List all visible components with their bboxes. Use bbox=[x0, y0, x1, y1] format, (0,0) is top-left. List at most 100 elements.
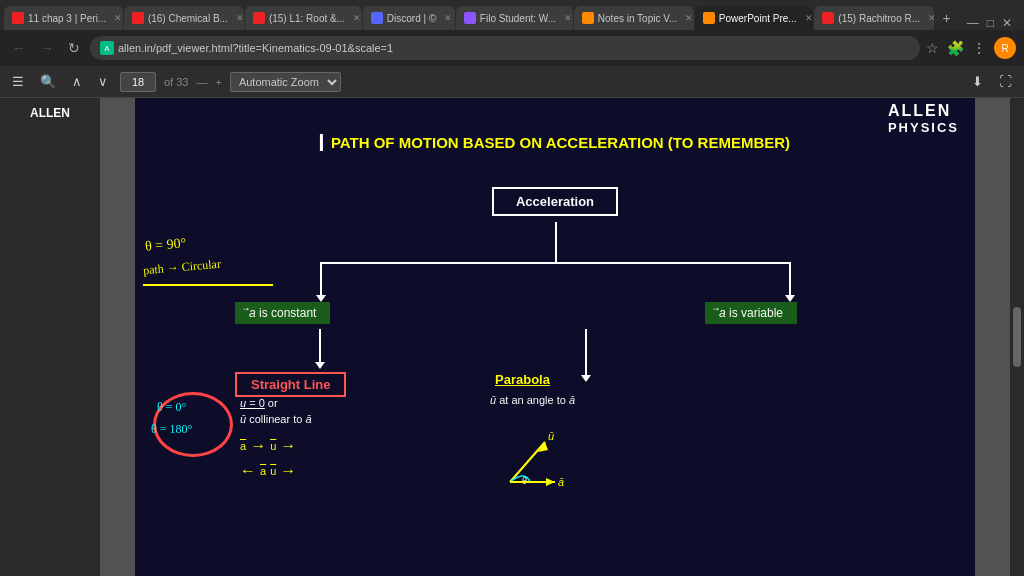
arrow-right-u-2: → bbox=[280, 462, 296, 480]
svg-text:ū: ū bbox=[548, 432, 554, 442]
slide-title: PATH OF MOTION BASED ON ACCELERATION (TO… bbox=[320, 134, 790, 151]
svg-line-0 bbox=[510, 442, 545, 482]
vector-svg: ū θ ā bbox=[490, 432, 570, 492]
variable-box: ⃗a is variable bbox=[705, 302, 797, 324]
tab-bar: 11 chap 3 | Peri... ✕ (16) Chemical B...… bbox=[0, 0, 1024, 30]
u-zero-condition: u = 0 or bbox=[240, 397, 278, 409]
user-avatar[interactable]: R bbox=[994, 37, 1016, 59]
vector-row-1: a → u → bbox=[240, 437, 296, 455]
left-branch-vertical bbox=[320, 262, 322, 297]
tab-close-1[interactable]: ✕ bbox=[114, 13, 122, 23]
search-button[interactable]: 🔍 bbox=[36, 72, 60, 91]
maximize-button[interactable]: □ bbox=[987, 16, 994, 30]
new-tab-button[interactable]: + bbox=[935, 6, 957, 30]
address-bar[interactable]: A allen.in/pdf_viewer.html?title=Kinemat… bbox=[90, 36, 920, 60]
tab-icon-2 bbox=[132, 12, 144, 24]
tab-icon-3 bbox=[253, 12, 265, 24]
tab-close-3[interactable]: ✕ bbox=[353, 13, 361, 23]
svg-marker-5 bbox=[546, 478, 555, 486]
slide-background bbox=[135, 98, 975, 576]
close-button[interactable]: ✕ bbox=[1002, 16, 1012, 30]
arrow-right-u: → bbox=[280, 437, 296, 455]
page-total: of 33 bbox=[164, 76, 188, 88]
forward-button[interactable]: → bbox=[36, 38, 58, 58]
tab-7[interactable]: PowerPoint Pre... ✕ bbox=[695, 6, 814, 30]
download-button[interactable]: ⬇ bbox=[968, 72, 987, 91]
prev-page-button[interactable]: ∧ bbox=[68, 72, 86, 91]
tab-icon-8 bbox=[822, 12, 834, 24]
toolbar-right: ⬇ ⛶ bbox=[968, 72, 1016, 91]
theta-180-annotation: θ = 180° bbox=[151, 422, 192, 437]
tab-6[interactable]: Notes in Topic V... ✕ bbox=[574, 6, 694, 30]
tab-close-8[interactable]: ✕ bbox=[928, 13, 934, 23]
zoom-minus[interactable]: — bbox=[196, 76, 207, 88]
tab-close-4[interactable]: ✕ bbox=[444, 13, 452, 23]
arrow-down-right bbox=[785, 295, 795, 302]
page-number-input[interactable] bbox=[120, 72, 156, 92]
tab-icon-6 bbox=[582, 12, 594, 24]
pdf-page: ALLEN PHYSICS PATH OF MOTION BASED ON AC… bbox=[135, 98, 975, 576]
arrow-down-parabola bbox=[581, 375, 591, 382]
allen-logo-sidebar: ALLEN bbox=[30, 106, 70, 120]
menu-button[interactable]: ⋮ bbox=[972, 40, 986, 56]
pdf-area: ALLEN PHYSICS PATH OF MOTION BASED ON AC… bbox=[100, 98, 1010, 576]
tab-controls: — □ ✕ bbox=[959, 16, 1020, 30]
tab-8[interactable]: (15) Rachitroo R... ✕ bbox=[814, 6, 934, 30]
allen-brand-subject: PHYSICS bbox=[888, 120, 959, 135]
arrow-down-constant bbox=[315, 362, 325, 369]
scrollbar-thumb[interactable] bbox=[1013, 307, 1021, 367]
refresh-button[interactable]: ↻ bbox=[64, 38, 84, 58]
tab-3[interactable]: (15) L1: Root &... ✕ bbox=[245, 6, 362, 30]
main-content: ALLEN ALLEN PHYSICS PATH OF MOTION BASED… bbox=[0, 98, 1024, 576]
nav-bar: ← → ↻ A allen.in/pdf_viewer.html?title=K… bbox=[0, 30, 1024, 66]
bookmark-button[interactable]: ☆ bbox=[926, 40, 939, 56]
pdf-sidebar: ALLEN bbox=[0, 98, 100, 576]
tab-icon-7 bbox=[703, 12, 715, 24]
annotation-underline bbox=[143, 284, 273, 286]
u-zero-text: u = 0 bbox=[240, 397, 265, 409]
a-vec-label-2: a bbox=[260, 465, 266, 477]
angle-vector-diagram: ū θ ā bbox=[490, 432, 570, 492]
vector-diagram-left-2: ← a u → bbox=[240, 462, 296, 480]
extensions-button[interactable]: 🧩 bbox=[947, 40, 964, 56]
address-text: allen.in/pdf_viewer.html?title=Kinematic… bbox=[118, 42, 393, 54]
tab-close-5[interactable]: ✕ bbox=[564, 13, 572, 23]
constant-box: ⃗a is constant bbox=[235, 302, 330, 324]
tab-label-2: (16) Chemical B... bbox=[148, 13, 228, 24]
u-vec-label-2: u bbox=[270, 465, 276, 477]
theta-eq-annotation: θ = 90° bbox=[144, 235, 186, 254]
tab-icon-5 bbox=[464, 12, 476, 24]
nav-right: ☆ 🧩 ⋮ R bbox=[926, 37, 1016, 59]
straight-line-box: Straight Line bbox=[235, 372, 346, 397]
tab-4[interactable]: Discord | © ✕ bbox=[363, 6, 455, 30]
parabola-condition: ū at an angle to ā bbox=[490, 394, 575, 406]
tab-label-6: Notes in Topic V... bbox=[598, 13, 678, 24]
acceleration-box: Acceleration bbox=[492, 187, 618, 216]
fullscreen-button[interactable]: ⛶ bbox=[995, 72, 1016, 91]
browser-frame: 11 chap 3 | Peri... ✕ (16) Chemical B...… bbox=[0, 0, 1024, 576]
zoom-plus[interactable]: + bbox=[215, 76, 221, 88]
right-branch-vertical bbox=[789, 262, 791, 297]
tab-2[interactable]: (16) Chemical B... ✕ bbox=[124, 6, 244, 30]
tab-label-5: Filo Student: W... bbox=[480, 13, 556, 24]
back-button[interactable]: ← bbox=[8, 38, 30, 58]
a-vec-constant: ⃗a is constant bbox=[249, 306, 316, 320]
zoom-dropdown[interactable]: Automatic Zoom bbox=[230, 72, 341, 92]
tab-close-7[interactable]: ✕ bbox=[805, 13, 813, 23]
pdf-scrollbar bbox=[1010, 98, 1024, 576]
or-text: or bbox=[268, 397, 278, 409]
sidebar-toggle-button[interactable]: ☰ bbox=[8, 72, 28, 91]
main-vertical-line bbox=[555, 222, 557, 262]
tab-5[interactable]: Filo Student: W... ✕ bbox=[456, 6, 573, 30]
u-vec-label: u bbox=[270, 440, 276, 452]
constant-to-children bbox=[319, 329, 321, 364]
tab-1[interactable]: 11 chap 3 | Peri... ✕ bbox=[4, 6, 123, 30]
a-vec-variable: ⃗a is variable bbox=[719, 306, 783, 320]
tab-close-2[interactable]: ✕ bbox=[236, 13, 244, 23]
a-vec-label: a bbox=[240, 440, 246, 452]
theta-zero-annotation: θ = 0° bbox=[157, 400, 186, 415]
next-page-button[interactable]: ∨ bbox=[94, 72, 112, 91]
tab-label-4: Discord | © bbox=[387, 13, 436, 24]
tab-close-6[interactable]: ✕ bbox=[685, 13, 693, 23]
minimize-button[interactable]: — bbox=[967, 16, 979, 30]
